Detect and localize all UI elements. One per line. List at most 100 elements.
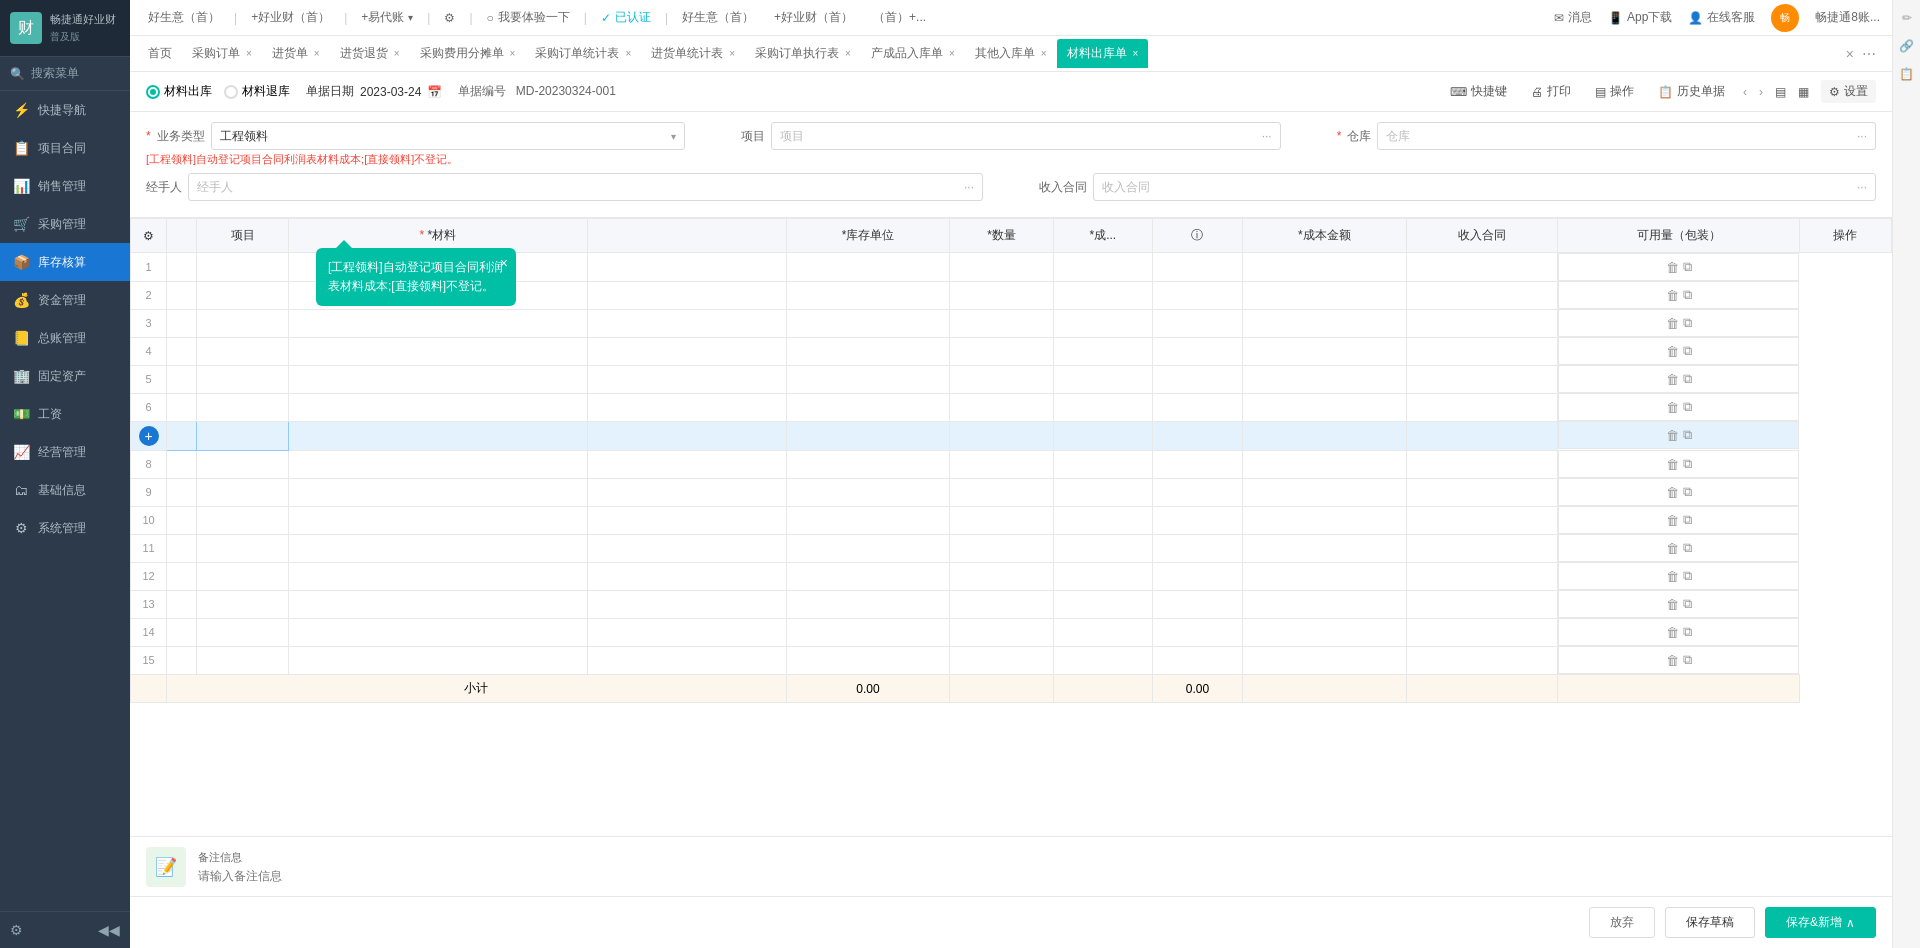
grid-view2-icon[interactable]: ▦ xyxy=(1798,85,1809,99)
delete-icon[interactable]: 🗑 xyxy=(1666,316,1679,331)
user-name[interactable]: 畅捷通8账... xyxy=(1815,9,1880,26)
cell[interactable] xyxy=(587,478,786,506)
cell[interactable] xyxy=(1406,590,1558,618)
sidebar-item-operations[interactable]: 📈 经营管理 xyxy=(0,433,130,471)
cell[interactable] xyxy=(167,506,197,534)
cell[interactable] xyxy=(587,534,786,562)
cell[interactable] xyxy=(289,337,588,365)
cell[interactable] xyxy=(197,562,289,590)
tab-receipt-stats[interactable]: 进货单统计表 × xyxy=(641,39,745,68)
cell[interactable] xyxy=(289,421,588,450)
th-cost-price[interactable]: *成... xyxy=(1053,219,1152,253)
delete-icon[interactable]: 🗑 xyxy=(1666,344,1679,359)
cell[interactable] xyxy=(950,534,1054,562)
settings-icon[interactable]: ⚙ xyxy=(10,922,23,938)
cell[interactable] xyxy=(587,309,786,337)
cell[interactable] xyxy=(950,309,1054,337)
cell[interactable] xyxy=(786,478,949,506)
cell[interactable] xyxy=(1406,337,1558,365)
th-income-contract[interactable]: 收入合同 xyxy=(1406,219,1558,253)
delete-icon[interactable]: 🗑 xyxy=(1666,541,1679,556)
tab-purchase-expense[interactable]: 采购费用分摊单 × xyxy=(410,39,526,68)
nav-next-icon[interactable]: › xyxy=(1759,85,1763,99)
cell[interactable] xyxy=(1053,393,1152,421)
cell[interactable] xyxy=(950,506,1054,534)
cell[interactable] xyxy=(1152,309,1242,337)
cell[interactable] xyxy=(786,309,949,337)
th-quantity[interactable]: *数量 xyxy=(950,219,1054,253)
cell[interactable] xyxy=(1243,506,1406,534)
copy-icon[interactable]: ⧉ xyxy=(1683,512,1692,528)
cell[interactable] xyxy=(197,309,289,337)
cell[interactable] xyxy=(197,590,289,618)
cell[interactable] xyxy=(1243,365,1406,393)
copy-icon[interactable]: ⧉ xyxy=(1683,568,1692,584)
cell[interactable] xyxy=(197,393,289,421)
cell[interactable] xyxy=(1243,618,1406,646)
cell[interactable] xyxy=(167,281,197,309)
history-btn[interactable]: 📋 历史单据 xyxy=(1652,80,1731,103)
collapse-icon[interactable]: ◀◀ xyxy=(98,922,120,938)
cell[interactable] xyxy=(167,393,197,421)
tab-receipt[interactable]: 进货单 × xyxy=(262,39,330,68)
delete-icon[interactable]: 🗑 xyxy=(1666,597,1679,612)
cell-input2[interactable] xyxy=(197,421,289,450)
cell[interactable] xyxy=(950,281,1054,309)
cell[interactable] xyxy=(1053,450,1152,478)
date-value[interactable]: 2023-03-24 xyxy=(360,85,421,99)
save-draft-button[interactable]: 保存草稿 xyxy=(1665,907,1755,938)
app-download-btn[interactable]: 📱 App下载 xyxy=(1608,9,1672,26)
sidebar-search[interactable]: 🔍 搜索菜单 xyxy=(0,57,130,91)
shortcut-btn[interactable]: ⌨ 快捷键 xyxy=(1444,80,1513,103)
topbar-trial[interactable]: ○ 我要体验一下 xyxy=(481,5,576,30)
right-panel-edit-icon[interactable]: ✏ xyxy=(1897,8,1917,28)
sidebar-item-shortcuts[interactable]: ⚡ 快捷导航 xyxy=(0,91,130,129)
cell[interactable] xyxy=(950,337,1054,365)
cell[interactable] xyxy=(1406,618,1558,646)
cell[interactable] xyxy=(1152,618,1242,646)
tab-close-icon[interactable]: × xyxy=(1041,48,1047,59)
cell[interactable] xyxy=(1152,590,1242,618)
save-new-button[interactable]: 保存&新增 ∧ xyxy=(1765,907,1876,938)
cell[interactable] xyxy=(1152,281,1242,309)
cell[interactable] xyxy=(786,253,949,282)
cell[interactable] xyxy=(786,534,949,562)
cell[interactable] xyxy=(1053,646,1152,675)
th-available-qty[interactable]: 可用量（包装） xyxy=(1558,219,1799,253)
cell[interactable] xyxy=(587,337,786,365)
print-btn[interactable]: 🖨 打印 xyxy=(1525,80,1577,103)
cell[interactable] xyxy=(1243,253,1406,282)
cell[interactable] xyxy=(786,590,949,618)
sidebar-item-inventory[interactable]: 📦 库存核算 xyxy=(0,243,130,281)
delete-icon[interactable]: 🗑 xyxy=(1666,400,1679,415)
message-btn[interactable]: ✉ 消息 xyxy=(1554,9,1592,26)
page-settings-btn[interactable]: ⚙ 设置 xyxy=(1821,80,1876,103)
cell[interactable] xyxy=(289,646,588,675)
cell[interactable] xyxy=(197,646,289,675)
cell[interactable] xyxy=(1053,365,1152,393)
topbar-nav-good-finance[interactable]: +好业财（首） xyxy=(245,5,336,30)
cell[interactable] xyxy=(1243,309,1406,337)
cell[interactable] xyxy=(1406,646,1558,675)
cell[interactable] xyxy=(167,590,197,618)
cell[interactable] xyxy=(1152,450,1242,478)
tab-close-icon[interactable]: × xyxy=(729,48,735,59)
copy-icon[interactable]: ⧉ xyxy=(1683,624,1692,640)
copy-icon[interactable]: ⧉ xyxy=(1683,259,1692,275)
cell[interactable] xyxy=(950,393,1054,421)
cell[interactable] xyxy=(587,506,786,534)
cell[interactable] xyxy=(1406,421,1558,450)
th-unit[interactable]: *库存单位 xyxy=(786,219,949,253)
cell[interactable] xyxy=(289,450,588,478)
cell[interactable] xyxy=(197,281,289,309)
cell[interactable] xyxy=(1243,450,1406,478)
cell[interactable] xyxy=(197,450,289,478)
cell[interactable] xyxy=(1053,534,1152,562)
cell[interactable] xyxy=(786,337,949,365)
cell[interactable] xyxy=(1243,337,1406,365)
tab-receipt-return[interactable]: 进货退货 × xyxy=(330,39,410,68)
delete-icon[interactable]: 🗑 xyxy=(1666,428,1679,443)
tab-purchase-order[interactable]: 采购订单 × xyxy=(182,39,262,68)
sidebar-item-sales[interactable]: 📊 销售管理 xyxy=(0,167,130,205)
copy-icon[interactable]: ⧉ xyxy=(1683,540,1692,556)
